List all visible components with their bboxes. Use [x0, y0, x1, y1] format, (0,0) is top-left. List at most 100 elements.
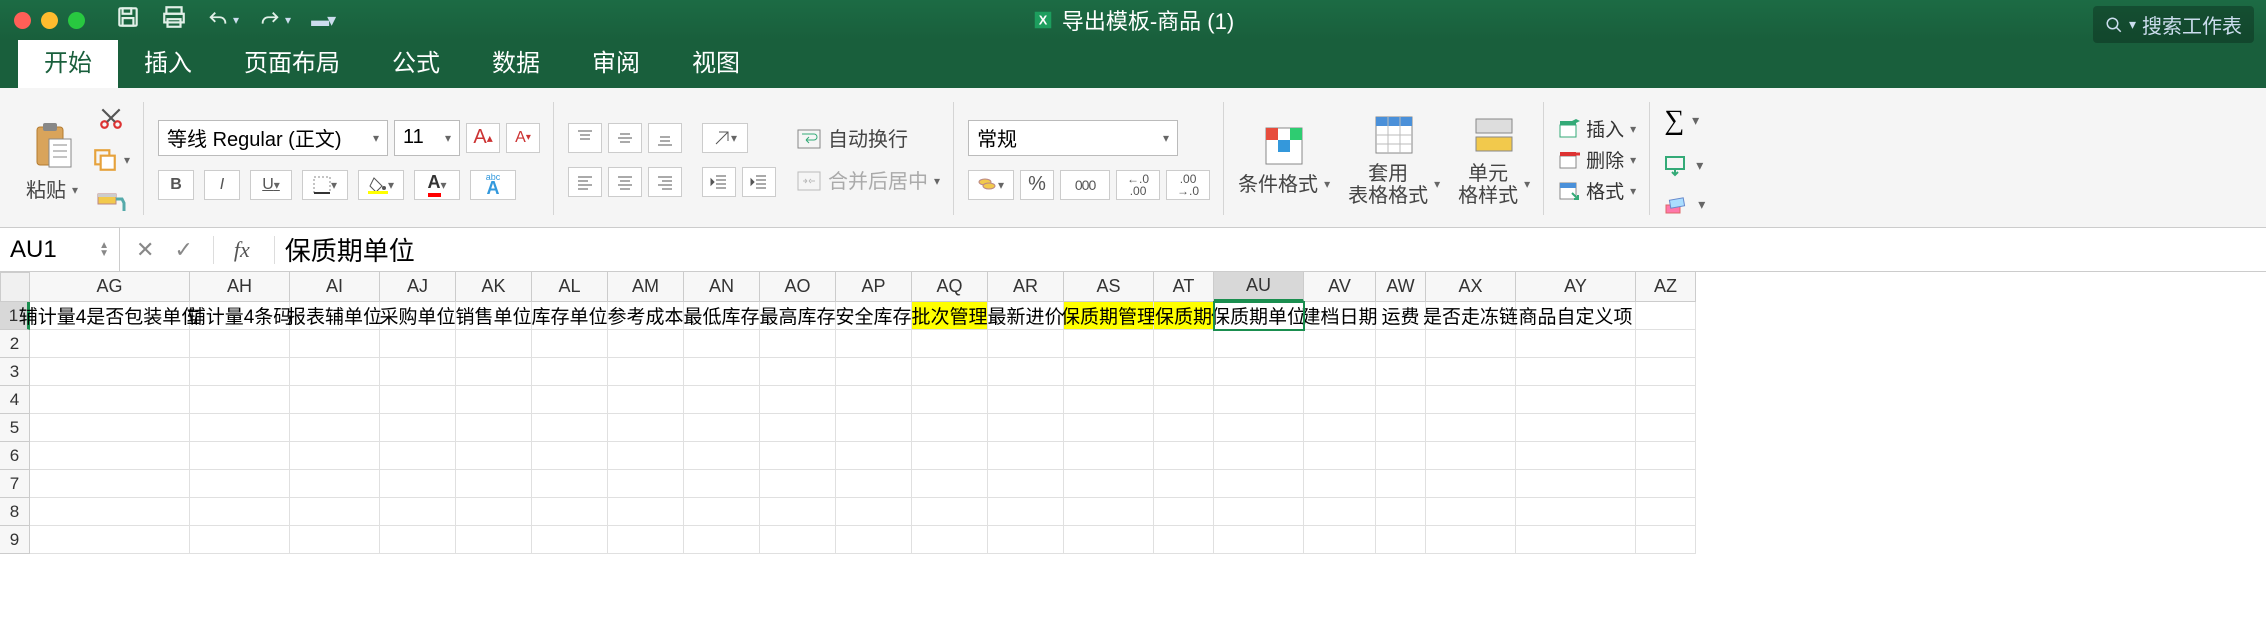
cell-AH8[interactable]	[190, 498, 290, 526]
decrease-font-icon[interactable]: A▾	[506, 123, 540, 153]
cell-AZ2[interactable]	[1636, 330, 1696, 358]
cell-AP2[interactable]	[836, 330, 912, 358]
cell-AI3[interactable]	[290, 358, 380, 386]
column-header-AN[interactable]: AN	[684, 272, 760, 302]
column-header-AR[interactable]: AR	[988, 272, 1064, 302]
cell-AH1[interactable]: 辅计量4条码	[190, 302, 290, 330]
conditional-format-button[interactable]: 条件格式▾	[1238, 124, 1330, 196]
cell-AN6[interactable]	[684, 442, 760, 470]
cell-AS4[interactable]	[1064, 386, 1154, 414]
column-header-AS[interactable]: AS	[1064, 272, 1154, 302]
cell-AY6[interactable]	[1516, 442, 1636, 470]
align-left-icon[interactable]	[568, 167, 602, 197]
cell-AX4[interactable]	[1426, 386, 1516, 414]
cell-AY2[interactable]	[1516, 330, 1636, 358]
cell-AM9[interactable]	[608, 526, 684, 554]
column-header-AJ[interactable]: AJ	[380, 272, 456, 302]
cell-AN5[interactable]	[684, 414, 760, 442]
cell-AJ1[interactable]: 采购单位	[380, 302, 456, 330]
cell-AG1[interactable]: 辅计量4是否包装单位	[30, 302, 190, 330]
column-header-AK[interactable]: AK	[456, 272, 532, 302]
clear-button[interactable]: ▾	[1664, 195, 1705, 215]
cell-AK2[interactable]	[456, 330, 532, 358]
minimize-icon[interactable]	[41, 12, 58, 29]
cell-AI6[interactable]	[290, 442, 380, 470]
cell-AK9[interactable]	[456, 526, 532, 554]
cell-AL9[interactable]	[532, 526, 608, 554]
cell-AH2[interactable]	[190, 330, 290, 358]
column-header-AU[interactable]: AU	[1214, 272, 1304, 302]
cell-AS1[interactable]: 保质期管理	[1064, 302, 1154, 330]
cell-AI1[interactable]: 报表辅单位	[290, 302, 380, 330]
cell-AZ7[interactable]	[1636, 470, 1696, 498]
cell-AR8[interactable]	[988, 498, 1064, 526]
format-cells-button[interactable]: 格式▾	[1558, 177, 1636, 204]
cell-AH6[interactable]	[190, 442, 290, 470]
cell-AX6[interactable]	[1426, 442, 1516, 470]
cell-AY3[interactable]	[1516, 358, 1636, 386]
tab-view[interactable]: 视图	[666, 33, 766, 88]
cell-AG4[interactable]	[30, 386, 190, 414]
merge-center-button[interactable]: 合并后居中▾	[796, 169, 940, 193]
cell-AO4[interactable]	[760, 386, 836, 414]
tab-formulas[interactable]: 公式	[366, 33, 466, 88]
cell-AX2[interactable]	[1426, 330, 1516, 358]
cell-AH3[interactable]	[190, 358, 290, 386]
cell-AN1[interactable]: 最低库存	[684, 302, 760, 330]
cell-AM5[interactable]	[608, 414, 684, 442]
cell-AY4[interactable]	[1516, 386, 1636, 414]
currency-icon[interactable]: ▾	[968, 170, 1014, 200]
cell-AZ3[interactable]	[1636, 358, 1696, 386]
cell-AY7[interactable]	[1516, 470, 1636, 498]
tab-data[interactable]: 数据	[466, 33, 566, 88]
cell-AI2[interactable]	[290, 330, 380, 358]
cell-AY1[interactable]: 商品自定义项	[1516, 302, 1636, 330]
column-header-AL[interactable]: AL	[532, 272, 608, 302]
cell-AJ5[interactable]	[380, 414, 456, 442]
column-header-AQ[interactable]: AQ	[912, 272, 988, 302]
cell-AY5[interactable]	[1516, 414, 1636, 442]
cell-AQ3[interactable]	[912, 358, 988, 386]
column-header-AV[interactable]: AV	[1304, 272, 1376, 302]
cell-AI8[interactable]	[290, 498, 380, 526]
cell-AQ6[interactable]	[912, 442, 988, 470]
cell-AU5[interactable]	[1214, 414, 1304, 442]
cell-AL7[interactable]	[532, 470, 608, 498]
cell-AK6[interactable]	[456, 442, 532, 470]
cell-AR3[interactable]	[988, 358, 1064, 386]
cell-AT8[interactable]	[1154, 498, 1214, 526]
column-header-AW[interactable]: AW	[1376, 272, 1426, 302]
cell-AR2[interactable]	[988, 330, 1064, 358]
cell-AY9[interactable]	[1516, 526, 1636, 554]
cell-AS2[interactable]	[1064, 330, 1154, 358]
cell-AS8[interactable]	[1064, 498, 1154, 526]
close-icon[interactable]	[14, 12, 31, 29]
cell-AO6[interactable]	[760, 442, 836, 470]
cell-AZ1[interactable]	[1636, 302, 1696, 330]
column-header-AP[interactable]: AP	[836, 272, 912, 302]
cell-AR4[interactable]	[988, 386, 1064, 414]
align-center-icon[interactable]	[608, 167, 642, 197]
name-box[interactable]: AU1 ▲▼	[0, 228, 120, 271]
cell-AK3[interactable]	[456, 358, 532, 386]
cell-AK5[interactable]	[456, 414, 532, 442]
comma-icon[interactable]: 000	[1060, 170, 1110, 200]
increase-font-icon[interactable]: A▴	[466, 123, 500, 153]
cell-AS9[interactable]	[1064, 526, 1154, 554]
cell-AK7[interactable]	[456, 470, 532, 498]
cell-AO7[interactable]	[760, 470, 836, 498]
cell-AT1[interactable]: 保质期	[1154, 302, 1214, 330]
cell-AJ8[interactable]	[380, 498, 456, 526]
column-header-AO[interactable]: AO	[760, 272, 836, 302]
row-header-8[interactable]: 8	[0, 498, 30, 526]
cell-AI9[interactable]	[290, 526, 380, 554]
cell-AV4[interactable]	[1304, 386, 1376, 414]
cell-AM7[interactable]	[608, 470, 684, 498]
cell-AT9[interactable]	[1154, 526, 1214, 554]
cell-AT5[interactable]	[1154, 414, 1214, 442]
cell-AQ7[interactable]	[912, 470, 988, 498]
cell-AL3[interactable]	[532, 358, 608, 386]
cell-AO8[interactable]	[760, 498, 836, 526]
cell-AJ2[interactable]	[380, 330, 456, 358]
cell-AN9[interactable]	[684, 526, 760, 554]
